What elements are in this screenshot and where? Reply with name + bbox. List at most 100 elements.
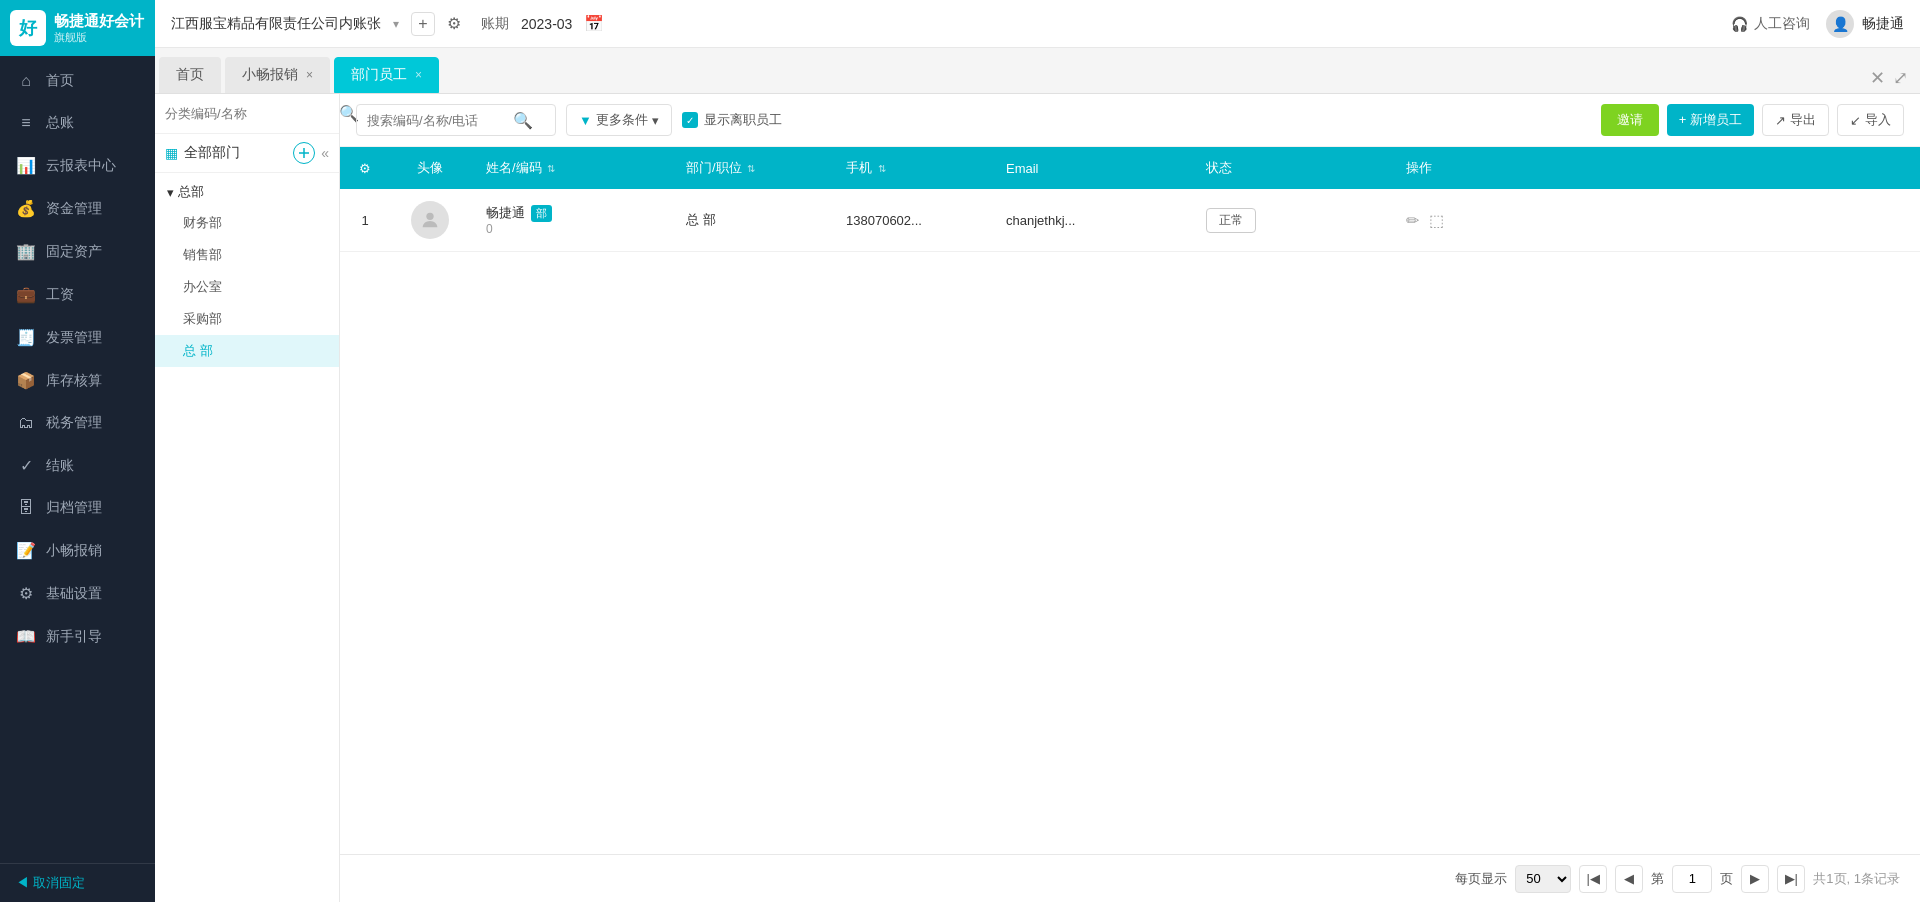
sidebar-item-home[interactable]: ⌂ 首页 bbox=[0, 60, 155, 102]
logo-icon: 好 bbox=[10, 10, 46, 46]
dept-all-label[interactable]: 全部部门 bbox=[184, 144, 287, 162]
dept-item-office[interactable]: 办公室 bbox=[155, 271, 339, 303]
col-phone[interactable]: 手机 ⇅ bbox=[830, 147, 990, 189]
col-name[interactable]: 姓名/编码 ⇅ bbox=[470, 147, 670, 189]
row-actions: ✏ ⬚ bbox=[1390, 189, 1920, 252]
employee-toolbar: 🔍 ▼ 更多条件 ▾ ✓ 显示离职员工 邀请 + 新增员工 ↗ 导出 bbox=[340, 94, 1920, 147]
tab-employees-label: 部门员工 bbox=[351, 66, 407, 84]
sidebar-item-reports[interactable]: 📊 云报表中心 bbox=[0, 144, 155, 187]
employee-name: 畅捷通 bbox=[486, 204, 525, 222]
import-button[interactable]: ↙ 导入 bbox=[1837, 104, 1904, 136]
dept-add-button[interactable] bbox=[293, 142, 315, 164]
cancel-fixed-button[interactable]: ◀ 取消固定 bbox=[0, 863, 155, 902]
employee-code: 0 bbox=[486, 222, 654, 236]
next-page-button[interactable]: ▶ bbox=[1741, 865, 1769, 893]
tab-expense[interactable]: 小畅报销 × bbox=[225, 57, 330, 93]
close-tab-icon[interactable]: ✕ bbox=[1870, 67, 1885, 89]
sidebar-item-assets[interactable]: 🏢 固定资产 bbox=[0, 230, 155, 273]
main-area: 江西服宝精品有限责任公司内账张 ▾ + ⚙ 账期 2023-03 📅 🎧 人工咨… bbox=[155, 0, 1920, 902]
row-status: 正常 bbox=[1190, 189, 1390, 252]
sidebar-item-close[interactable]: ✓ 结账 bbox=[0, 444, 155, 487]
col-dept[interactable]: 部门/职位 ⇅ bbox=[670, 147, 830, 189]
col-dept-sort-icon[interactable]: ⇅ bbox=[747, 163, 755, 174]
assets-icon: 🏢 bbox=[16, 242, 36, 261]
tab-employees-close-icon[interactable]: × bbox=[415, 68, 422, 82]
logo-text-block: 畅捷通好会计 旗舰版 bbox=[54, 12, 144, 45]
show-resigned-toggle[interactable]: ✓ 显示离职员工 bbox=[682, 111, 782, 129]
sidebar-label-close: 结账 bbox=[46, 457, 74, 475]
sidebar-item-guide[interactable]: 📖 新手引导 bbox=[0, 615, 155, 658]
user-info[interactable]: 👤 畅捷通 bbox=[1826, 10, 1904, 38]
dept-collapse-icon[interactable]: « bbox=[321, 145, 329, 161]
employee-table: ⚙ 头像 姓名/编码 ⇅ 部门/职位 ⇅ bbox=[340, 147, 1920, 252]
sidebar-item-invoice[interactable]: 🧾 发票管理 bbox=[0, 316, 155, 359]
tab-home[interactable]: 首页 bbox=[159, 57, 221, 93]
sidebar-item-ledger[interactable]: ≡ 总账 bbox=[0, 102, 155, 144]
sidebar-label-funds: 资金管理 bbox=[46, 200, 102, 218]
header-settings-icon[interactable]: ⚙ bbox=[447, 14, 461, 33]
page-input[interactable] bbox=[1672, 865, 1712, 893]
user-name: 畅捷通 bbox=[1862, 15, 1904, 33]
inventory-icon: 📦 bbox=[16, 371, 36, 390]
tab-expense-close-icon[interactable]: × bbox=[306, 68, 313, 82]
settings-icon: ⚙ bbox=[16, 584, 36, 603]
pagination-bar: 每页显示 50 100 200 |◀ ◀ 第 页 ▶ ▶| 共1页, 1条记录 bbox=[340, 854, 1920, 902]
employee-search-icon[interactable]: 🔍 bbox=[513, 111, 533, 130]
col-name-sort-icon[interactable]: ⇅ bbox=[547, 163, 555, 174]
action-icons: ✏ ⬚ bbox=[1406, 211, 1904, 230]
sidebar-item-funds[interactable]: 💰 资金管理 bbox=[0, 187, 155, 230]
employee-table-container: ⚙ 头像 姓名/编码 ⇅ 部门/职位 ⇅ bbox=[340, 147, 1920, 854]
service-button[interactable]: 🎧 人工咨询 bbox=[1731, 15, 1810, 33]
add-employee-button[interactable]: + 新增员工 bbox=[1667, 104, 1754, 136]
dept-item-headquarters[interactable]: 总 部 bbox=[155, 335, 339, 367]
person-icon bbox=[419, 209, 441, 231]
content-area: 🔍 ▦ 全部部门 « ▾ 总部 财务部 bbox=[155, 94, 1920, 902]
dept-group-label-text: 总部 bbox=[178, 183, 204, 201]
col-dept-label: 部门/职位 bbox=[686, 160, 742, 175]
tab-employees[interactable]: 部门员工 × bbox=[334, 57, 439, 93]
prev-page-button[interactable]: ◀ bbox=[1615, 865, 1643, 893]
col-status: 状态 bbox=[1190, 147, 1390, 189]
logout-icon[interactable]: ⬚ bbox=[1429, 211, 1444, 230]
sidebar-item-settings[interactable]: ⚙ 基础设置 bbox=[0, 572, 155, 615]
employee-search-input[interactable] bbox=[367, 113, 507, 128]
edit-icon[interactable]: ✏ bbox=[1406, 211, 1419, 230]
col-settings[interactable]: ⚙ bbox=[340, 147, 390, 189]
page-size-select[interactable]: 50 100 200 bbox=[1515, 865, 1571, 893]
show-resigned-checkbox[interactable]: ✓ bbox=[682, 112, 698, 128]
reports-icon: 📊 bbox=[16, 156, 36, 175]
col-settings-icon[interactable]: ⚙ bbox=[359, 161, 371, 176]
page-size-label: 每页显示 bbox=[1455, 870, 1507, 888]
sidebar-item-inventory[interactable]: 📦 库存核算 bbox=[0, 359, 155, 402]
employee-panel: 🔍 ▼ 更多条件 ▾ ✓ 显示离职员工 邀请 + 新增员工 ↗ 导出 bbox=[340, 94, 1920, 902]
sidebar-label-archive: 归档管理 bbox=[46, 499, 102, 517]
last-page-button[interactable]: ▶| bbox=[1777, 865, 1805, 893]
row-phone: 138070602... bbox=[830, 189, 990, 252]
calendar-icon[interactable]: 📅 bbox=[584, 14, 604, 33]
dept-item-purchasing[interactable]: 采购部 bbox=[155, 303, 339, 335]
sidebar-label-home: 首页 bbox=[46, 72, 74, 90]
invite-button[interactable]: 邀请 bbox=[1601, 104, 1659, 136]
dept-search-input[interactable] bbox=[165, 106, 333, 121]
expand-tab-icon[interactable]: ⤢ bbox=[1893, 67, 1908, 89]
col-phone-sort-icon[interactable]: ⇅ bbox=[878, 163, 886, 174]
import-icon: ↙ bbox=[1850, 113, 1861, 128]
dept-item-sales[interactable]: 销售部 bbox=[155, 239, 339, 271]
sidebar-item-expense[interactable]: 📝 小畅报销 bbox=[0, 529, 155, 572]
dept-group-headquarters: ▾ 总部 bbox=[155, 177, 339, 207]
filter-button[interactable]: ▼ 更多条件 ▾ bbox=[566, 104, 672, 136]
export-button[interactable]: ↗ 导出 bbox=[1762, 104, 1829, 136]
sidebar-item-archive[interactable]: 🗄 归档管理 bbox=[0, 487, 155, 529]
row-email: chanjethkj... bbox=[990, 189, 1190, 252]
user-avatar: 👤 bbox=[1826, 10, 1854, 38]
first-page-button[interactable]: |◀ bbox=[1579, 865, 1607, 893]
sidebar-item-tax[interactable]: 🗂 税务管理 bbox=[0, 402, 155, 444]
page-label: 第 bbox=[1651, 870, 1664, 888]
dept-tree: ▾ 总部 财务部 销售部 办公室 采购部 总 部 bbox=[155, 173, 339, 902]
dept-item-finance[interactable]: 财务部 bbox=[155, 207, 339, 239]
col-avatar-label: 头像 bbox=[417, 160, 443, 175]
add-company-button[interactable]: + bbox=[411, 12, 435, 36]
company-dropdown-arrow[interactable]: ▾ bbox=[393, 17, 399, 31]
sidebar-label-expense: 小畅报销 bbox=[46, 542, 102, 560]
sidebar-item-payroll[interactable]: 💼 工资 bbox=[0, 273, 155, 316]
